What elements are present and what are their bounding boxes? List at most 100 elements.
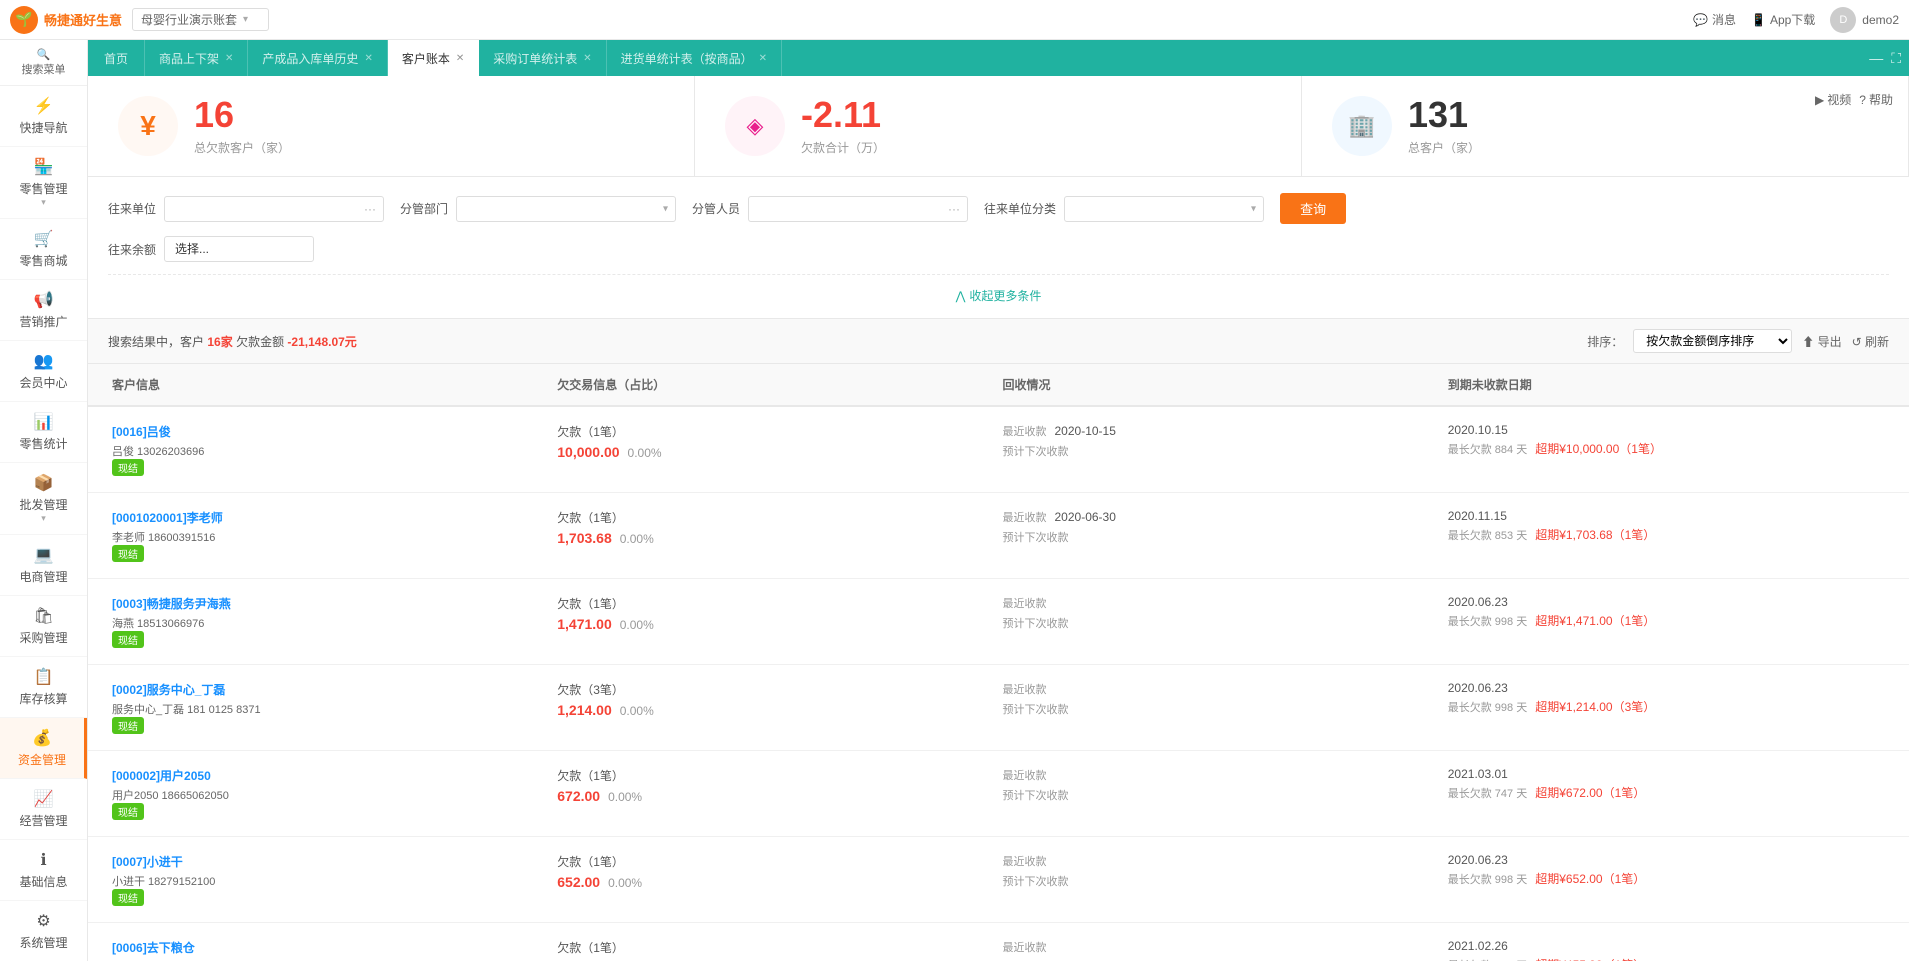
table-row: [0003]畅捷服务尹海燕 海燕 18513066976 现结 欠款（1笔） 1… bbox=[88, 579, 1909, 665]
customer-name-5[interactable]: [0007]小进干 bbox=[112, 855, 183, 869]
sidebar-item-inventory[interactable]: 📋 库存核算 bbox=[0, 657, 87, 718]
collection-next-0: 预计下次收款 bbox=[1003, 443, 1440, 459]
refresh-btn[interactable]: ↺ 刷新 bbox=[1852, 333, 1889, 350]
sidebar-item-quick-nav[interactable]: ⚡ 快捷导航 bbox=[0, 86, 87, 147]
collection-label-5: 最近收款 bbox=[1003, 853, 1047, 869]
cell-customer-2: [0003]畅捷服务尹海燕 海燕 18513066976 现结 bbox=[108, 593, 553, 650]
sidebar-item-member[interactable]: 👥 会员中心 bbox=[0, 341, 87, 402]
overdue-link-3[interactable]: 超期¥1,214.00（3笔） bbox=[1535, 698, 1655, 715]
customer-name-1[interactable]: [0001020001]李老师 bbox=[112, 511, 223, 525]
tab-purchase-order[interactable]: 采购订单统计表 ✕ bbox=[479, 40, 606, 76]
debt-percent-4: 0.00% bbox=[608, 790, 642, 804]
cell-collection-5: 最近收款 预计下次收款 bbox=[999, 851, 1444, 908]
result-customer-count: 16家 bbox=[207, 335, 232, 349]
customer-id-5: [0007] bbox=[112, 855, 147, 869]
collection-row-1: 最近收款 2020-06-30 bbox=[1003, 509, 1440, 525]
sidebar-item-ecommerce[interactable]: 💻 电商管理 bbox=[0, 535, 87, 596]
customer-name-0[interactable]: [0016]吕俊 bbox=[112, 425, 171, 439]
sidebar-item-retail-mall[interactable]: 🛒 零售商城 bbox=[0, 219, 87, 280]
cell-overdue-0: 2020.10.15 最长欠款 884 天 超期¥10,000.00（1笔） bbox=[1444, 421, 1889, 478]
cell-customer-0: [0016]吕俊 吕俊 13026203696 现结 bbox=[108, 421, 553, 478]
result-prefix: 搜索结果中，客户 bbox=[108, 335, 204, 349]
app-download-btn[interactable]: 📱 App下载 bbox=[1751, 11, 1815, 28]
stats-row: ¥ 16 总欠款客户（家） ◈ -2.11 欠款合计（万） bbox=[88, 76, 1909, 177]
tab-maximize-icon[interactable]: ⛶ bbox=[1891, 50, 1901, 67]
balance-select[interactable]: 选择... bbox=[164, 236, 314, 262]
filter-row-2: 往来余额 选择... bbox=[108, 236, 1889, 262]
tab-inbound-stat[interactable]: 进货单统计表（按商品） ✕ bbox=[607, 40, 782, 76]
stat-number-debt: 16 bbox=[194, 97, 290, 133]
tab-inbound-stat-close[interactable]: ✕ bbox=[759, 53, 767, 64]
overdue-link-1[interactable]: 超期¥1,703.68（1笔） bbox=[1535, 526, 1655, 543]
cell-debt-5: 欠款（1笔） 652.00 0.00% bbox=[553, 851, 998, 908]
sort-select[interactable]: 按欠款金额倒序排序 bbox=[1633, 329, 1792, 353]
category-input[interactable] bbox=[1064, 196, 1264, 222]
tab-customer-ledger-close[interactable]: ✕ bbox=[456, 53, 464, 64]
tab-product-inbound[interactable]: 产成品入库单历史 ✕ bbox=[248, 40, 387, 76]
table-row: [0016]吕俊 吕俊 13026203696 现结 欠款（1笔） 10,000… bbox=[88, 407, 1909, 493]
tab-product-inbound-close[interactable]: ✕ bbox=[364, 53, 372, 64]
marketing-icon: 📢 bbox=[4, 290, 83, 310]
table-row: [0007]小进干 小进干 18279152100 现结 欠款（1笔） 652.… bbox=[88, 837, 1909, 923]
overdue-link-0[interactable]: 超期¥10,000.00（1笔） bbox=[1535, 440, 1662, 457]
message-icon: 💬 bbox=[1693, 13, 1708, 27]
sidebar-item-operations[interactable]: 📈 经营管理 bbox=[0, 779, 87, 840]
avatar: D bbox=[1830, 7, 1856, 33]
overdue-link-6[interactable]: 超期¥455.90（1笔） bbox=[1535, 956, 1645, 961]
overdue-link-4[interactable]: 超期¥672.00（1笔） bbox=[1535, 784, 1645, 801]
stat-label-total: 总客户（家） bbox=[1408, 139, 1480, 156]
overdue-days-6: 最长欠款 750 天 bbox=[1448, 957, 1527, 961]
party-input[interactable] bbox=[164, 196, 384, 222]
collapse-btn[interactable]: ⋀ 收起更多条件 bbox=[108, 281, 1889, 310]
store-selector[interactable]: 母婴行业演示账套 ▾ bbox=[132, 8, 269, 31]
help-btn[interactable]: ? 帮助 bbox=[1859, 91, 1893, 108]
person-dots: ··· bbox=[948, 202, 960, 216]
video-btn[interactable]: ▶ 视频 bbox=[1815, 91, 1851, 108]
tab-minimize-icon[interactable]: — bbox=[1869, 50, 1883, 66]
export-btn[interactable]: ⬆ 导出 bbox=[1802, 333, 1841, 350]
dept-input-wrapper: ▾ bbox=[456, 196, 676, 222]
result-bar: 搜索结果中，客户 16家 欠款金额 -21,148.07元 排序： 按欠款金额倒… bbox=[88, 319, 1909, 364]
message-btn[interactable]: 💬 消息 bbox=[1693, 11, 1736, 28]
sidebar-item-retail-stat[interactable]: 📊 零售统计 bbox=[0, 402, 87, 463]
customer-name-3[interactable]: [0002]服务中心_丁磊 bbox=[112, 683, 225, 697]
tab-product-listing[interactable]: 商品上下架 ✕ bbox=[145, 40, 248, 76]
tab-home[interactable]: 首页 bbox=[88, 40, 145, 76]
sidebar-item-wholesale[interactable]: 📦 批发管理 ▾ bbox=[0, 463, 87, 535]
video-icon: ▶ bbox=[1815, 93, 1824, 107]
tab-home-label: 首页 bbox=[104, 50, 128, 67]
collection-row-2: 最近收款 bbox=[1003, 595, 1440, 611]
cell-customer-4: [000002]用户2050 用户2050 18665062050 现结 bbox=[108, 765, 553, 822]
debt-label-2: 欠款（1笔） bbox=[557, 595, 994, 612]
sidebar-item-purchase[interactable]: 🛍 采购管理 bbox=[0, 596, 87, 657]
cell-overdue-2: 2020.06.23 最长欠款 998 天 超期¥1,471.00（1笔） bbox=[1444, 593, 1889, 650]
sidebar-item-finance[interactable]: 💰 资金管理 bbox=[0, 718, 87, 779]
person-input[interactable] bbox=[748, 196, 968, 222]
debt-percent-3: 0.00% bbox=[620, 704, 654, 718]
overdue-link-5[interactable]: 超期¥652.00（1笔） bbox=[1535, 870, 1645, 887]
sidebar-item-marketing[interactable]: 📢 营销推广 bbox=[0, 280, 87, 341]
search-menu-btn[interactable]: 🔍 搜索菜单 bbox=[0, 40, 87, 86]
filter-row-1: 往来单位 ··· 分管部门 ▾ bbox=[108, 193, 1889, 224]
table-row: [0006]去下粮仓 陈小帅 现结 欠款（1笔） 455.90 0.00% bbox=[88, 923, 1909, 961]
sidebar-item-system[interactable]: ⚙ 系统管理 bbox=[0, 901, 87, 961]
retail-mall-label: 零售商城 bbox=[4, 252, 83, 269]
customer-name-6[interactable]: [0006]去下粮仓 bbox=[112, 941, 195, 955]
search-button[interactable]: 查询 bbox=[1280, 193, 1346, 224]
sidebar-item-basic-info[interactable]: ℹ 基础信息 bbox=[0, 840, 87, 901]
category-input-wrapper: ▾ bbox=[1064, 196, 1264, 222]
overdue-link-2[interactable]: 超期¥1,471.00（1笔） bbox=[1535, 612, 1655, 629]
user-area[interactable]: D demo2 bbox=[1830, 7, 1899, 33]
result-info: 搜索结果中，客户 16家 欠款金额 -21,148.07元 bbox=[108, 333, 357, 350]
sidebar-item-retail-manage[interactable]: 🏪 零售管理 ▾ bbox=[0, 147, 87, 219]
tab-purchase-order-close[interactable]: ✕ bbox=[583, 53, 591, 64]
ecommerce-label: 电商管理 bbox=[4, 568, 83, 585]
customer-name-2[interactable]: [0003]畅捷服务尹海燕 bbox=[112, 597, 231, 611]
app-container: 🌱 畅捷通好生意 母婴行业演示账套 ▾ 💬 消息 📱 App下载 D demo2 bbox=[0, 0, 1909, 961]
filter-item-category: 往来单位分类 ▾ bbox=[984, 196, 1264, 222]
stat-info-debt: 16 总欠款客户（家） bbox=[194, 97, 290, 156]
dept-input[interactable] bbox=[456, 196, 676, 222]
customer-name-4[interactable]: [000002]用户2050 bbox=[112, 769, 211, 783]
tab-customer-ledger[interactable]: 客户账本 ✕ bbox=[388, 40, 479, 76]
tab-product-listing-close[interactable]: ✕ bbox=[225, 53, 233, 64]
